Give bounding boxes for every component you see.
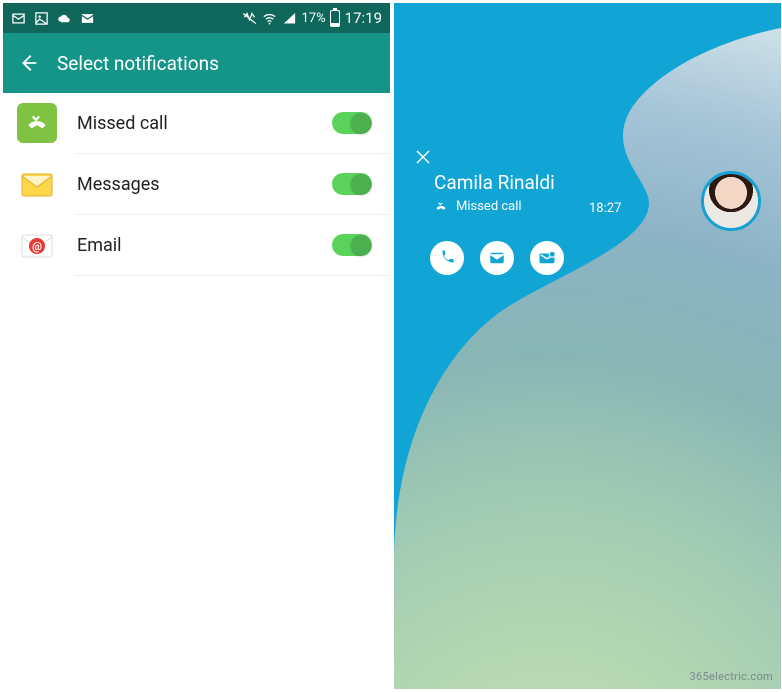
setting-row-missed-call[interactable]: Missed call [3, 93, 390, 153]
contact-name: Camila Rinaldi [434, 171, 555, 194]
vibrate-icon [242, 11, 257, 26]
toggle-switch[interactable] [332, 234, 372, 256]
signal-icon [282, 11, 297, 26]
sub-label: Missed call [456, 199, 522, 214]
messages-icon [17, 164, 57, 204]
missed-call-icon [17, 103, 57, 143]
cloud-notif-icon [57, 11, 72, 26]
app-bar-title: Select notifications [57, 52, 219, 75]
email-action-icon [538, 249, 556, 267]
setting-row-messages[interactable]: Messages [3, 154, 390, 214]
edge-screen: Camila Rinaldi Missed call 18:27 365elec… [394, 3, 781, 689]
edge-popup: Camila Rinaldi Missed call 18:27 [394, 3, 781, 33]
settings-screen: 17% 17:19 Select notifications Missed ca… [3, 3, 390, 689]
close-icon[interactable] [414, 148, 432, 166]
action-row [430, 241, 564, 275]
watermark-label: 365electric.com [690, 670, 773, 683]
message-button[interactable] [480, 241, 514, 275]
edge-curve-shape [394, 3, 781, 689]
back-icon[interactable] [17, 52, 39, 74]
image-notif-icon [34, 11, 49, 26]
toggle-switch[interactable] [332, 112, 372, 134]
sub-line: Missed call [434, 199, 522, 214]
sub-time: 18:27 [589, 201, 621, 216]
clock-label: 17:19 [345, 9, 382, 27]
call-button[interactable] [430, 241, 464, 275]
settings-list: Missed call Messages @ [3, 93, 390, 276]
svg-text:@: @ [32, 240, 42, 253]
setting-label: Messages [77, 174, 312, 195]
mail-notif-icon [11, 11, 26, 26]
envelope-icon [488, 249, 506, 267]
email-icon: @ [17, 225, 57, 265]
mail2-notif-icon [80, 11, 95, 26]
app-bar: Select notifications [3, 33, 390, 93]
setting-row-email[interactable]: @ Email [3, 215, 390, 275]
wifi-icon [262, 11, 277, 26]
toggle-switch[interactable] [332, 173, 372, 195]
phone-icon [438, 249, 456, 267]
battery-percent-label: 17% [302, 11, 326, 26]
setting-label: Missed call [77, 113, 312, 134]
missed-call-small-icon [434, 200, 448, 214]
battery-icon [330, 10, 340, 27]
setting-label: Email [77, 235, 312, 256]
email-button[interactable] [530, 241, 564, 275]
contact-avatar[interactable] [701, 171, 761, 231]
status-bar: 17% 17:19 [3, 3, 390, 33]
divider [75, 275, 390, 276]
battery-indicator: 17% [302, 10, 340, 27]
avatar-image [704, 174, 758, 228]
